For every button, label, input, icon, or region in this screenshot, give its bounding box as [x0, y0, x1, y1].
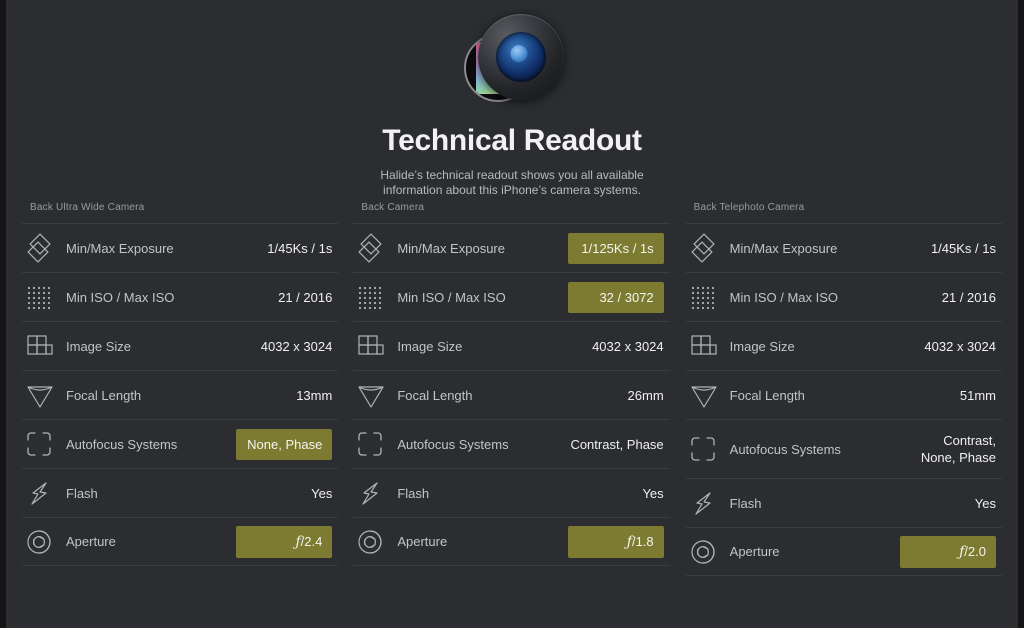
readout-row-value: 4032 x 3024	[260, 338, 333, 354]
camera-column-back-ultra-wide-camera: Back Ultra Wide Camera Min/Max Exposure 1/…	[16, 198, 344, 576]
readout-row-value: Yes	[974, 495, 996, 511]
focal-length-icon	[355, 380, 385, 410]
halide-camera-icon	[460, 12, 564, 112]
readout-row[interactable]: Aperture ƒ/2.0	[685, 527, 1002, 576]
readout-row[interactable]: Focal Length 13mm	[22, 370, 339, 419]
readout-row-value: 13mm	[296, 387, 333, 403]
aperture-icon	[355, 527, 385, 557]
readout-row-value-highlighted: ƒ/1.8	[567, 525, 664, 558]
readout-row-label: Flash	[729, 495, 762, 511]
readout-row-value: 1/45Ks / 1s	[267, 240, 333, 256]
readout-row[interactable]: Aperture ƒ/2.4	[22, 517, 339, 566]
readout-row[interactable]: Image Size 4032 x 3024	[353, 321, 670, 370]
readout-row-value: Yes	[311, 485, 333, 501]
readout-row-value: 21 / 2016	[278, 289, 333, 305]
readout-row-label: Min ISO / Max ISO	[729, 289, 839, 305]
exposure-diamond-icon	[688, 233, 718, 263]
readout-row-value: 4032 x 3024	[592, 338, 664, 354]
camera-column-title: Back Telephoto Camera	[693, 202, 805, 213]
camera-column-title: Back Camera	[361, 202, 425, 213]
flash-bolt-icon	[355, 478, 385, 508]
readout-row-value: 4032 x 3024	[924, 338, 996, 354]
camera-column-title: Back Ultra Wide Camera	[30, 202, 145, 213]
readout-row-label: Flash	[397, 485, 430, 501]
readout-row[interactable]: Autofocus Systems None, Phase	[22, 419, 339, 468]
readout-row-value-highlighted: ƒ/2.4	[236, 525, 333, 558]
camera-column-back-camera: Back Camera Min/Max Exposure 1/125Ks / 1s M…	[347, 198, 675, 576]
readout-row-label: Min ISO / Max ISO	[66, 289, 175, 305]
readout-row-label: Min/Max Exposure	[66, 240, 174, 256]
readout-row[interactable]: Flash Yes	[22, 468, 339, 517]
focal-length-icon	[688, 380, 718, 410]
autofocus-frame-icon	[688, 434, 718, 464]
readout-row-label: Min ISO / Max ISO	[397, 289, 506, 305]
camera-column-back-telephoto-camera: Back Telephoto Camera Min/Max Exposure 1/4…	[680, 198, 1008, 576]
aperture-icon	[24, 527, 54, 557]
readout-row-label: Aperture	[66, 534, 116, 549]
readout-row-label: Aperture	[397, 534, 448, 549]
autofocus-frame-icon	[355, 429, 385, 459]
readout-row-value-highlighted: ƒ/2.0	[899, 535, 996, 568]
page-subtitle: Halide’s technical readout shows you all…	[380, 168, 644, 197]
camera-columns: Back Ultra Wide Camera Min/Max Exposure 1/…	[6, 198, 1018, 576]
readout-row-label: Autofocus Systems	[729, 441, 841, 457]
technical-readout-page: Technical Readout Halide’s technical rea…	[0, 0, 1024, 628]
readout-row[interactable]: Focal Length 26mm	[353, 370, 670, 419]
readout-row[interactable]: Aperture ƒ/1.8	[353, 517, 670, 566]
readout-row-value: 21 / 2016	[941, 289, 996, 305]
readout-row-label: Focal Length	[729, 387, 805, 403]
image-size-icon	[24, 331, 54, 361]
readout-row[interactable]: Autofocus Systems Contrast, None, Phase	[685, 419, 1002, 478]
readout-row[interactable]: Min/Max Exposure 1/45Ks / 1s	[685, 223, 1002, 272]
iso-grid-icon	[24, 282, 54, 312]
readout-row-label: Aperture	[729, 544, 780, 559]
readout-row-label: Autofocus Systems	[66, 436, 178, 452]
image-size-icon	[688, 331, 718, 361]
autofocus-frame-icon	[24, 429, 54, 459]
camera-lens-icon	[478, 14, 564, 100]
readout-row[interactable]: Image Size 4032 x 3024	[685, 321, 1002, 370]
readout-row[interactable]: Flash Yes	[685, 478, 1002, 527]
readout-row-label: Focal Length	[66, 387, 142, 403]
readout-row[interactable]: Min/Max Exposure 1/45Ks / 1s	[22, 223, 339, 272]
aperture-icon	[688, 537, 718, 567]
exposure-diamond-icon	[355, 233, 385, 263]
readout-row[interactable]: Image Size 4032 x 3024	[22, 321, 339, 370]
readout-row-value-highlighted: None, Phase	[236, 428, 333, 460]
readout-row-label: Autofocus Systems	[397, 436, 509, 452]
readout-row-value: Contrast, Phase	[570, 436, 664, 452]
image-size-icon	[355, 331, 385, 361]
focal-length-icon	[24, 380, 54, 410]
readout-row[interactable]: Flash Yes	[353, 468, 670, 517]
readout-row[interactable]: Min/Max Exposure 1/125Ks / 1s	[353, 223, 670, 272]
readout-row-label: Min/Max Exposure	[729, 240, 838, 256]
readout-row-value: 1/45Ks / 1s	[930, 240, 996, 256]
readout-row-label: Image Size	[397, 338, 463, 354]
readout-row-label: Flash	[66, 485, 98, 501]
exposure-diamond-icon	[24, 233, 54, 263]
readout-row[interactable]: Autofocus Systems Contrast, Phase	[353, 419, 670, 468]
readout-row-label: Image Size	[729, 338, 795, 354]
readout-row[interactable]: Min ISO / Max ISO 32 / 3072	[353, 272, 670, 321]
flash-bolt-icon	[24, 478, 54, 508]
readout-row-value: 51mm	[959, 387, 996, 403]
readout-row-label: Min/Max Exposure	[397, 240, 505, 256]
readout-row-label: Image Size	[66, 338, 132, 354]
readout-row[interactable]: Focal Length 51mm	[685, 370, 1002, 419]
readout-row-value: Contrast, None, Phase	[920, 433, 996, 465]
readout-row-value-highlighted: 32 / 3072	[567, 281, 664, 313]
flash-bolt-icon	[688, 488, 718, 518]
iso-grid-icon	[355, 282, 385, 312]
page-header: Technical Readout Halide’s technical rea…	[6, 0, 1018, 198]
iso-grid-icon	[688, 282, 718, 312]
readout-row[interactable]: Min ISO / Max ISO 21 / 2016	[22, 272, 339, 321]
readout-row-value: Yes	[642, 485, 664, 501]
page-title: Technical Readout	[382, 124, 642, 157]
readout-row-label: Focal Length	[397, 387, 473, 403]
readout-row-value: 26mm	[627, 387, 664, 403]
readout-row-value-highlighted: 1/125Ks / 1s	[567, 232, 664, 264]
readout-row[interactable]: Min ISO / Max ISO 21 / 2016	[685, 272, 1002, 321]
